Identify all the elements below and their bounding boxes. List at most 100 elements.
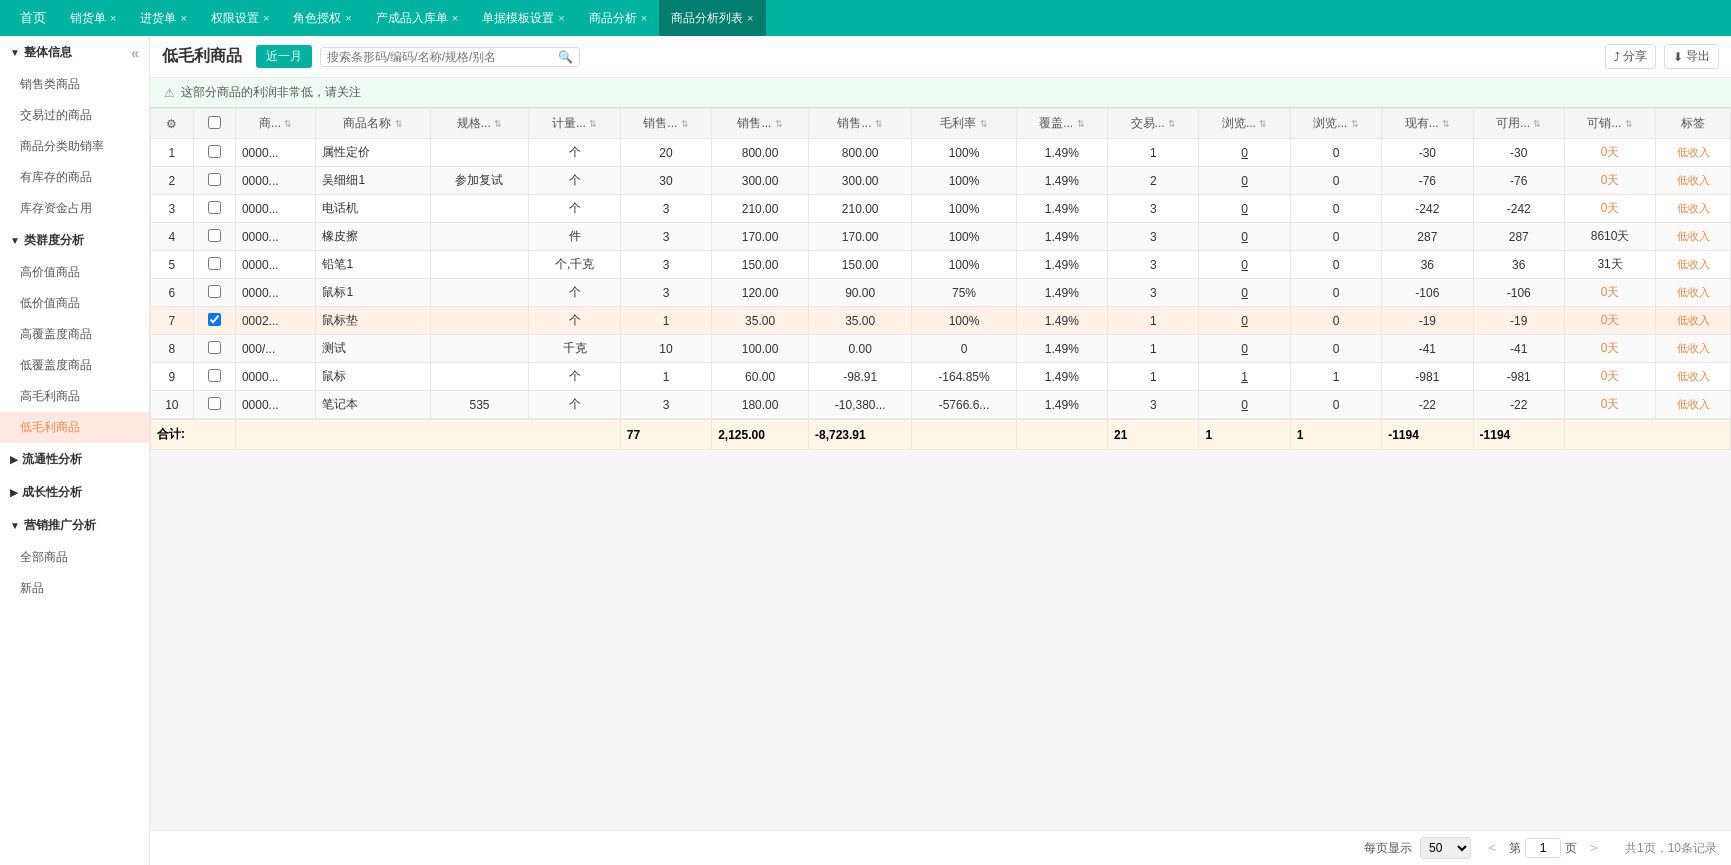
col-view1[interactable]: 浏览... ⇅ — [1199, 109, 1290, 139]
row-select-checkbox[interactable] — [208, 369, 221, 382]
view1-link[interactable]: 0 — [1241, 258, 1248, 272]
sidebar-group-flow-title[interactable]: ▶ 流通性分析 — [0, 443, 149, 476]
col-tag[interactable]: 标签 — [1656, 109, 1731, 139]
sidebar-item-high-coverage[interactable]: 高覆盖度商品 — [0, 319, 149, 350]
sidebar-item-category-rate[interactable]: 商品分类助销率 — [0, 131, 149, 162]
row-checkbox[interactable] — [193, 195, 235, 223]
col-unit[interactable]: 计量... ⇅ — [529, 109, 620, 139]
row-checkbox[interactable] — [193, 167, 235, 195]
nav-close-template[interactable]: × — [558, 12, 564, 24]
nav-template[interactable]: 单据模板设置× — [470, 0, 576, 36]
select-all-checkbox[interactable] — [208, 116, 221, 129]
page-size-select[interactable]: 50 100 — [1420, 837, 1471, 859]
sidebar-item-sale-goods[interactable]: 销售类商品 — [0, 69, 149, 100]
row-view1[interactable]: 0 — [1199, 139, 1290, 167]
view1-link[interactable]: 0 — [1241, 286, 1248, 300]
col-available-stock[interactable]: 可用... ⇅ — [1473, 109, 1564, 139]
nav-sale[interactable]: 销货单× — [58, 0, 128, 36]
nav-close-product-in[interactable]: × — [452, 12, 458, 24]
view1-link[interactable]: 0 — [1241, 146, 1248, 160]
search-icon[interactable]: 🔍 — [558, 50, 573, 64]
sidebar-group-cluster-title[interactable]: ▼ 类群度分析 — [0, 224, 149, 257]
view1-link[interactable]: 0 — [1241, 314, 1248, 328]
nav-close-purchase[interactable]: × — [180, 12, 186, 24]
sidebar-item-stocked-goods[interactable]: 有库存的商品 — [0, 162, 149, 193]
col-coverage[interactable]: 覆盖... ⇅ — [1016, 109, 1107, 139]
row-select-checkbox[interactable] — [208, 341, 221, 354]
row-select-checkbox[interactable] — [208, 397, 221, 410]
sidebar-item-traded-goods[interactable]: 交易过的商品 — [0, 100, 149, 131]
row-checkbox[interactable] — [193, 335, 235, 363]
row-view1[interactable]: 0 — [1199, 391, 1290, 420]
col-code[interactable]: 商... ⇅ — [235, 109, 316, 139]
col-profit-rate[interactable]: 毛利率 ⇅ — [912, 109, 1016, 139]
sidebar-group-overall-title[interactable]: ▼ 整体信息 « — [0, 36, 149, 69]
row-checkbox[interactable] — [193, 363, 235, 391]
sidebar-group-marketing-title[interactable]: ▼ 营销推广分析 — [0, 509, 149, 542]
col-sale-profit[interactable]: 销售... ⇅ — [809, 109, 912, 139]
prev-page-button[interactable]: ＜ — [1479, 837, 1505, 859]
search-input[interactable] — [327, 50, 558, 64]
nav-permission[interactable]: 权限设置× — [199, 0, 281, 36]
sidebar-group-growth-title[interactable]: ▶ 成长性分析 — [0, 476, 149, 509]
nav-close-sale[interactable]: × — [110, 12, 116, 24]
nav-goods-analysis[interactable]: 商品分析× — [577, 0, 659, 36]
row-checkbox[interactable] — [193, 223, 235, 251]
nav-product-in[interactable]: 产成品入库单× — [364, 0, 470, 36]
sidebar-item-high-profit[interactable]: 高毛利商品 — [0, 381, 149, 412]
row-select-checkbox[interactable] — [208, 313, 221, 326]
sidebar-collapse-icon[interactable]: « — [131, 45, 139, 61]
row-checkbox[interactable] — [193, 139, 235, 167]
sidebar-item-low-coverage[interactable]: 低覆盖度商品 — [0, 350, 149, 381]
row-select-checkbox[interactable] — [208, 173, 221, 186]
col-saleable-days[interactable]: 可销... ⇅ — [1564, 109, 1655, 139]
row-view1[interactable]: 0 — [1199, 335, 1290, 363]
col-checkbox[interactable] — [193, 109, 235, 139]
row-select-checkbox[interactable] — [208, 145, 221, 158]
row-view1[interactable]: 1 — [1199, 363, 1290, 391]
nav-home[interactable]: 首页 — [8, 0, 58, 36]
col-name[interactable]: 商品名称 ⇅ — [316, 109, 430, 139]
row-select-checkbox[interactable] — [208, 285, 221, 298]
row-view1[interactable]: 0 — [1199, 251, 1290, 279]
col-trade[interactable]: 交易... ⇅ — [1108, 109, 1199, 139]
nav-close-goods-analysis-list[interactable]: × — [747, 12, 753, 24]
view1-link[interactable]: 0 — [1241, 230, 1248, 244]
row-view1[interactable]: 0 — [1199, 279, 1290, 307]
row-checkbox[interactable] — [193, 279, 235, 307]
col-spec[interactable]: 规格... ⇅ — [430, 109, 529, 139]
nav-close-goods-analysis[interactable]: × — [641, 12, 647, 24]
row-view1[interactable]: 0 — [1199, 307, 1290, 335]
row-select-checkbox[interactable] — [208, 229, 221, 242]
view1-link[interactable]: 0 — [1241, 202, 1248, 216]
col-sale-amount[interactable]: 销售... ⇅ — [712, 109, 809, 139]
sidebar-item-high-value[interactable]: 高价值商品 — [0, 257, 149, 288]
sidebar-item-stock-capital[interactable]: 库存资金占用 — [0, 193, 149, 224]
export-button[interactable]: ⬇ 导出 — [1664, 44, 1719, 69]
row-checkbox[interactable] — [193, 251, 235, 279]
row-checkbox[interactable] — [193, 307, 235, 335]
date-filter-button[interactable]: 近一月 — [256, 45, 312, 68]
settings-icon[interactable]: ⚙ — [166, 117, 177, 131]
col-current-stock[interactable]: 现有... ⇅ — [1382, 109, 1473, 139]
nav-role[interactable]: 角色授权× — [281, 0, 363, 36]
row-select-checkbox[interactable] — [208, 201, 221, 214]
col-view2[interactable]: 浏览... ⇅ — [1290, 109, 1381, 139]
sidebar-item-all-goods[interactable]: 全部商品 — [0, 542, 149, 573]
nav-close-role[interactable]: × — [345, 12, 351, 24]
nav-goods-analysis-list[interactable]: 商品分析列表× — [659, 0, 765, 36]
share-button[interactable]: ⤴ 分享 — [1605, 44, 1656, 69]
nav-purchase[interactable]: 进货单× — [128, 0, 198, 36]
page-input[interactable] — [1525, 838, 1561, 858]
sidebar-item-low-value[interactable]: 低价值商品 — [0, 288, 149, 319]
col-settings[interactable]: ⚙ — [151, 109, 194, 139]
row-select-checkbox[interactable] — [208, 257, 221, 270]
next-page-button[interactable]: ＞ — [1581, 837, 1607, 859]
row-view1[interactable]: 0 — [1199, 195, 1290, 223]
row-view1[interactable]: 0 — [1199, 167, 1290, 195]
view1-link[interactable]: 0 — [1241, 174, 1248, 188]
view1-link[interactable]: 0 — [1241, 398, 1248, 412]
sidebar-item-low-profit[interactable]: 低毛利商品 — [0, 412, 149, 443]
row-view1[interactable]: 0 — [1199, 223, 1290, 251]
view1-link[interactable]: 0 — [1241, 342, 1248, 356]
